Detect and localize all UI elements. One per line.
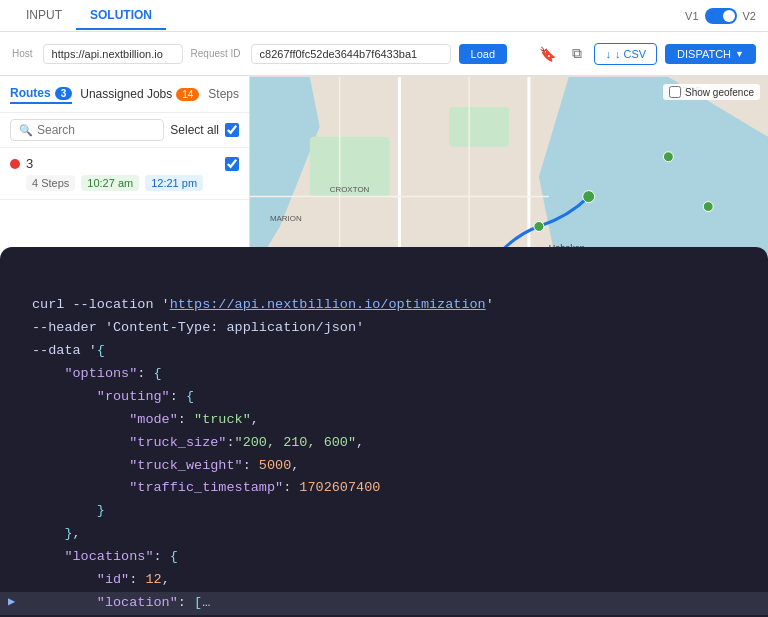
csv-button[interactable]: ↓ ↓ CSV [594,43,657,65]
csv-label: ↓ CSV [615,48,646,60]
api-url-link[interactable]: https://api.nextbillion.io/optimization [170,297,486,312]
steps-count-badge: 4 Steps [26,175,75,191]
svg-text:MARION: MARION [270,214,302,223]
dispatch-label: DISPATCH [677,48,731,60]
dispatch-chevron-icon: ▼ [735,49,744,59]
routes-tab-label: Routes [10,86,51,100]
share-icon[interactable]: ⧉ [568,43,586,64]
search-box: 🔍 [10,119,164,141]
tab-solution[interactable]: SOLUTION [76,2,166,30]
search-icon: 🔍 [19,124,33,137]
svg-text:CROXTON: CROXTON [330,185,370,194]
route-checkbox[interactable] [225,157,239,171]
geofence-checkbox[interactable] [669,86,681,98]
version-switch[interactable] [705,8,737,24]
version-toggle: V1 V2 [685,8,756,24]
request-id-input[interactable] [251,44,451,64]
show-geofence-control[interactable]: Show geofence [663,84,760,100]
dispatch-button[interactable]: DISPATCH ▼ [665,44,756,64]
unassigned-tab-label: Unassigned Jobs [80,87,172,101]
tab-input[interactable]: INPUT [12,2,76,30]
route-item: 3 4 Steps 10:27 am 12:21 pm [0,148,249,200]
tab-group: INPUT SOLUTION [12,2,166,30]
toggle-knob [723,10,735,22]
select-all-checkbox[interactable] [225,123,239,137]
route-header: 3 [10,156,239,171]
select-all-label: Select all [170,123,219,137]
version-v2-label: V2 [743,10,756,22]
svg-rect-2 [449,107,509,147]
load-button[interactable]: Load [459,44,507,64]
host-label: Host [12,48,33,59]
geofence-label: Show geofence [685,87,754,98]
code-content: curl --location 'https://api.nextbillion… [32,271,736,617]
top-bar: INPUT SOLUTION V1 V2 [0,0,768,32]
panel-tabs: Routes 3 Unassigned Jobs 14 Steps [0,76,249,113]
time-end-badge: 12:21 pm [145,175,203,191]
time-start-badge: 10:27 am [81,175,139,191]
version-v1-label: V1 [685,10,698,22]
request-id-label: Request ID [191,48,241,59]
route-meta: 4 Steps 10:27 am 12:21 pm [10,175,239,191]
svg-point-16 [583,191,595,203]
unassigned-badge: 14 [176,88,199,101]
host-input[interactable] [43,44,183,64]
steps-tab[interactable]: Steps [208,87,239,101]
host-bar: Host Request ID Load 🔖 ⧉ ↓ ↓ CSV DISPATC… [0,32,768,76]
route-number: 3 [26,156,33,171]
routes-tab[interactable]: Routes 3 [10,84,72,104]
route-dot [10,159,20,169]
csv-icon: ↓ [605,48,611,60]
svg-point-17 [663,152,673,162]
code-panel: curl --location 'https://api.nextbillion… [0,247,768,617]
unassigned-tab[interactable]: Unassigned Jobs 14 [80,85,199,103]
bookmark-icon[interactable]: 🔖 [535,44,560,64]
routes-badge: 3 [55,87,73,100]
svg-point-15 [534,221,544,231]
search-row: 🔍 Select all [0,113,249,148]
search-input[interactable] [37,123,155,137]
steps-tab-label: Steps [208,87,239,101]
svg-point-18 [703,202,713,212]
